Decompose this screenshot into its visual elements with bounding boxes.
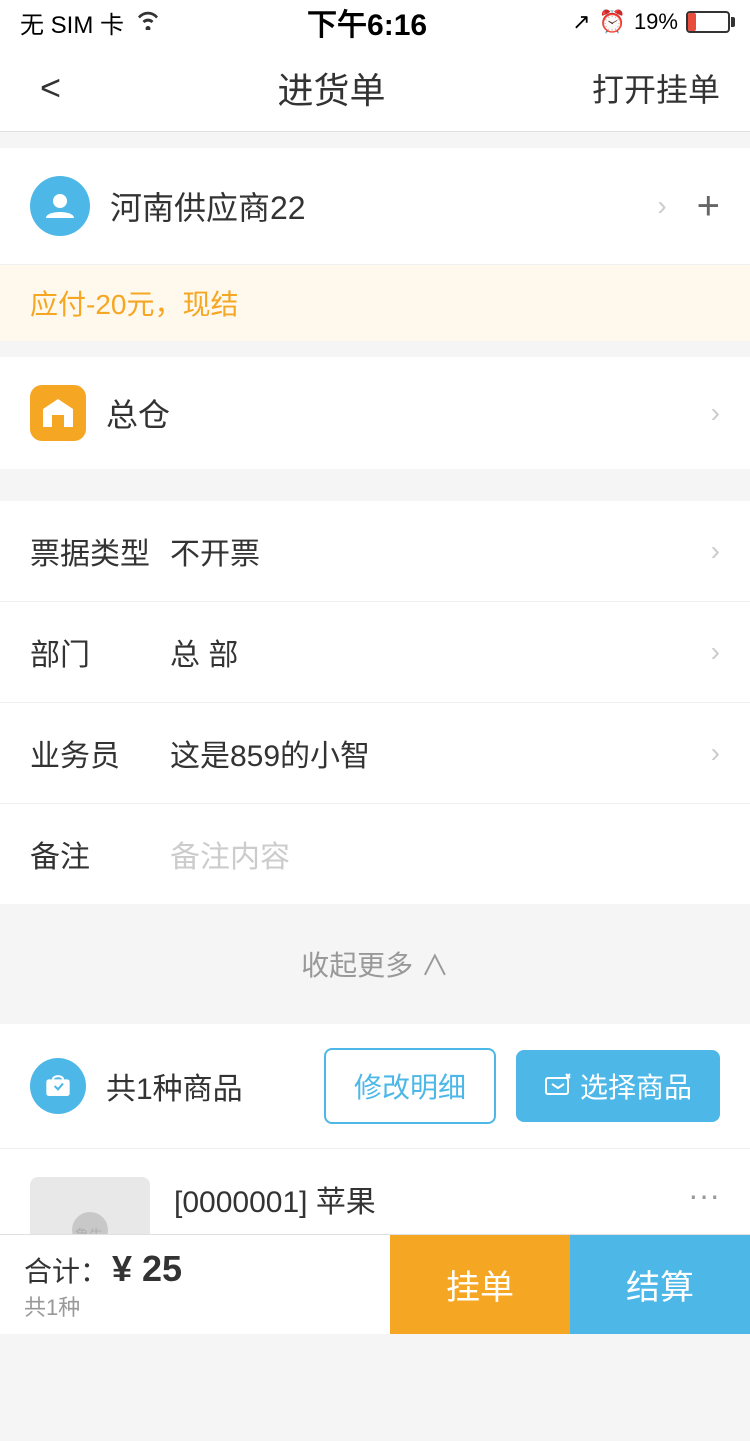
remark-row[interactable]: 备注 备注内容 <box>0 804 750 904</box>
warehouse-chevron-icon: › <box>711 397 720 429</box>
invoice-row[interactable]: 票据类型 不开票 › <box>0 501 750 602</box>
page-title: 进货单 <box>278 62 386 114</box>
alarm-icon: ⏰ <box>599 9 626 35</box>
battery-icon <box>686 11 730 33</box>
products-header: 共1种商品 修改明细 选择商品 <box>0 1024 750 1149</box>
salesman-row[interactable]: 业务员 这是859的小智 › <box>0 703 750 804</box>
invoice-chevron-icon: › <box>711 535 720 567</box>
nav-bar: < 进货单 打开挂单 <box>0 44 750 132</box>
add-supplier-button[interactable]: + <box>697 184 720 229</box>
total-count: 共1种 <box>24 1290 366 1322</box>
bottom-bar: 合计： ¥ 25 共1种 挂单 结算 <box>0 1234 750 1334</box>
salesman-label: 业务员 <box>30 731 150 775</box>
status-bar: 无 SIM 卡 下午6:16 ↗ ⏰ 19% <box>0 0 750 44</box>
warehouse-row[interactable]: 总仓 › <box>0 357 750 469</box>
total-section: 合计： ¥ 25 共1种 <box>0 1235 390 1334</box>
dept-value: 总 部 <box>170 630 711 674</box>
dept-label: 部门 <box>30 630 150 674</box>
remark-value[interactable]: 备注内容 <box>170 832 720 876</box>
supplier-chevron-icon: › <box>657 190 666 222</box>
supplier-alert: 应付-20元，现结 <box>0 265 750 341</box>
edit-detail-button[interactable]: 修改明细 <box>324 1048 496 1124</box>
select-product-label: 选择商品 <box>580 1066 692 1106</box>
status-left: 无 SIM 卡 <box>20 5 162 40</box>
select-product-button[interactable]: 选择商品 <box>516 1050 720 1122</box>
location-icon: ↗ <box>572 9 590 35</box>
back-button[interactable]: < <box>30 57 71 119</box>
status-right: ↗ ⏰ 19% <box>572 9 730 35</box>
time-label: 下午6:16 <box>307 0 427 44</box>
dept-chevron-icon: › <box>711 636 720 668</box>
collapse-button[interactable]: 收起更多 ∧ <box>0 920 750 1008</box>
dept-row[interactable]: 部门 总 部 › <box>0 602 750 703</box>
supplier-section: 河南供应商22 › + 应付-20元，现结 <box>0 148 750 341</box>
products-count: 共1种商品 <box>106 1064 324 1108</box>
remark-label: 备注 <box>30 832 150 876</box>
warehouse-section: 总仓 › <box>0 357 750 469</box>
settle-button[interactable]: 结算 <box>570 1235 750 1334</box>
products-icon <box>30 1058 86 1114</box>
product-more-button[interactable]: ··· <box>672 1177 720 1214</box>
form-section: 票据类型 不开票 › 部门 总 部 › 业务员 这是859的小智 › 备注 备注… <box>0 501 750 904</box>
supplier-name: 河南供应商22 <box>110 183 657 229</box>
open-pending-button[interactable]: 打开挂单 <box>592 65 720 111</box>
invoice-value: 不开票 <box>170 529 711 573</box>
warehouse-icon <box>30 385 86 441</box>
pending-button[interactable]: 挂单 <box>390 1235 570 1334</box>
supplier-row[interactable]: 河南供应商22 › + <box>0 148 750 265</box>
wifi-icon <box>134 8 162 37</box>
invoice-label: 票据类型 <box>30 529 150 573</box>
total-label: 合计： <box>24 1250 108 1290</box>
warehouse-name: 总仓 <box>106 390 711 436</box>
total-amount: ¥ 25 <box>112 1248 182 1290</box>
battery-percent: 19% <box>634 9 678 35</box>
salesman-chevron-icon: › <box>711 737 720 769</box>
supplier-avatar <box>30 176 90 236</box>
product-name: [0000001] 苹果 <box>174 1177 672 1221</box>
carrier-label: 无 SIM 卡 <box>20 5 124 40</box>
salesman-value: 这是859的小智 <box>170 731 711 775</box>
